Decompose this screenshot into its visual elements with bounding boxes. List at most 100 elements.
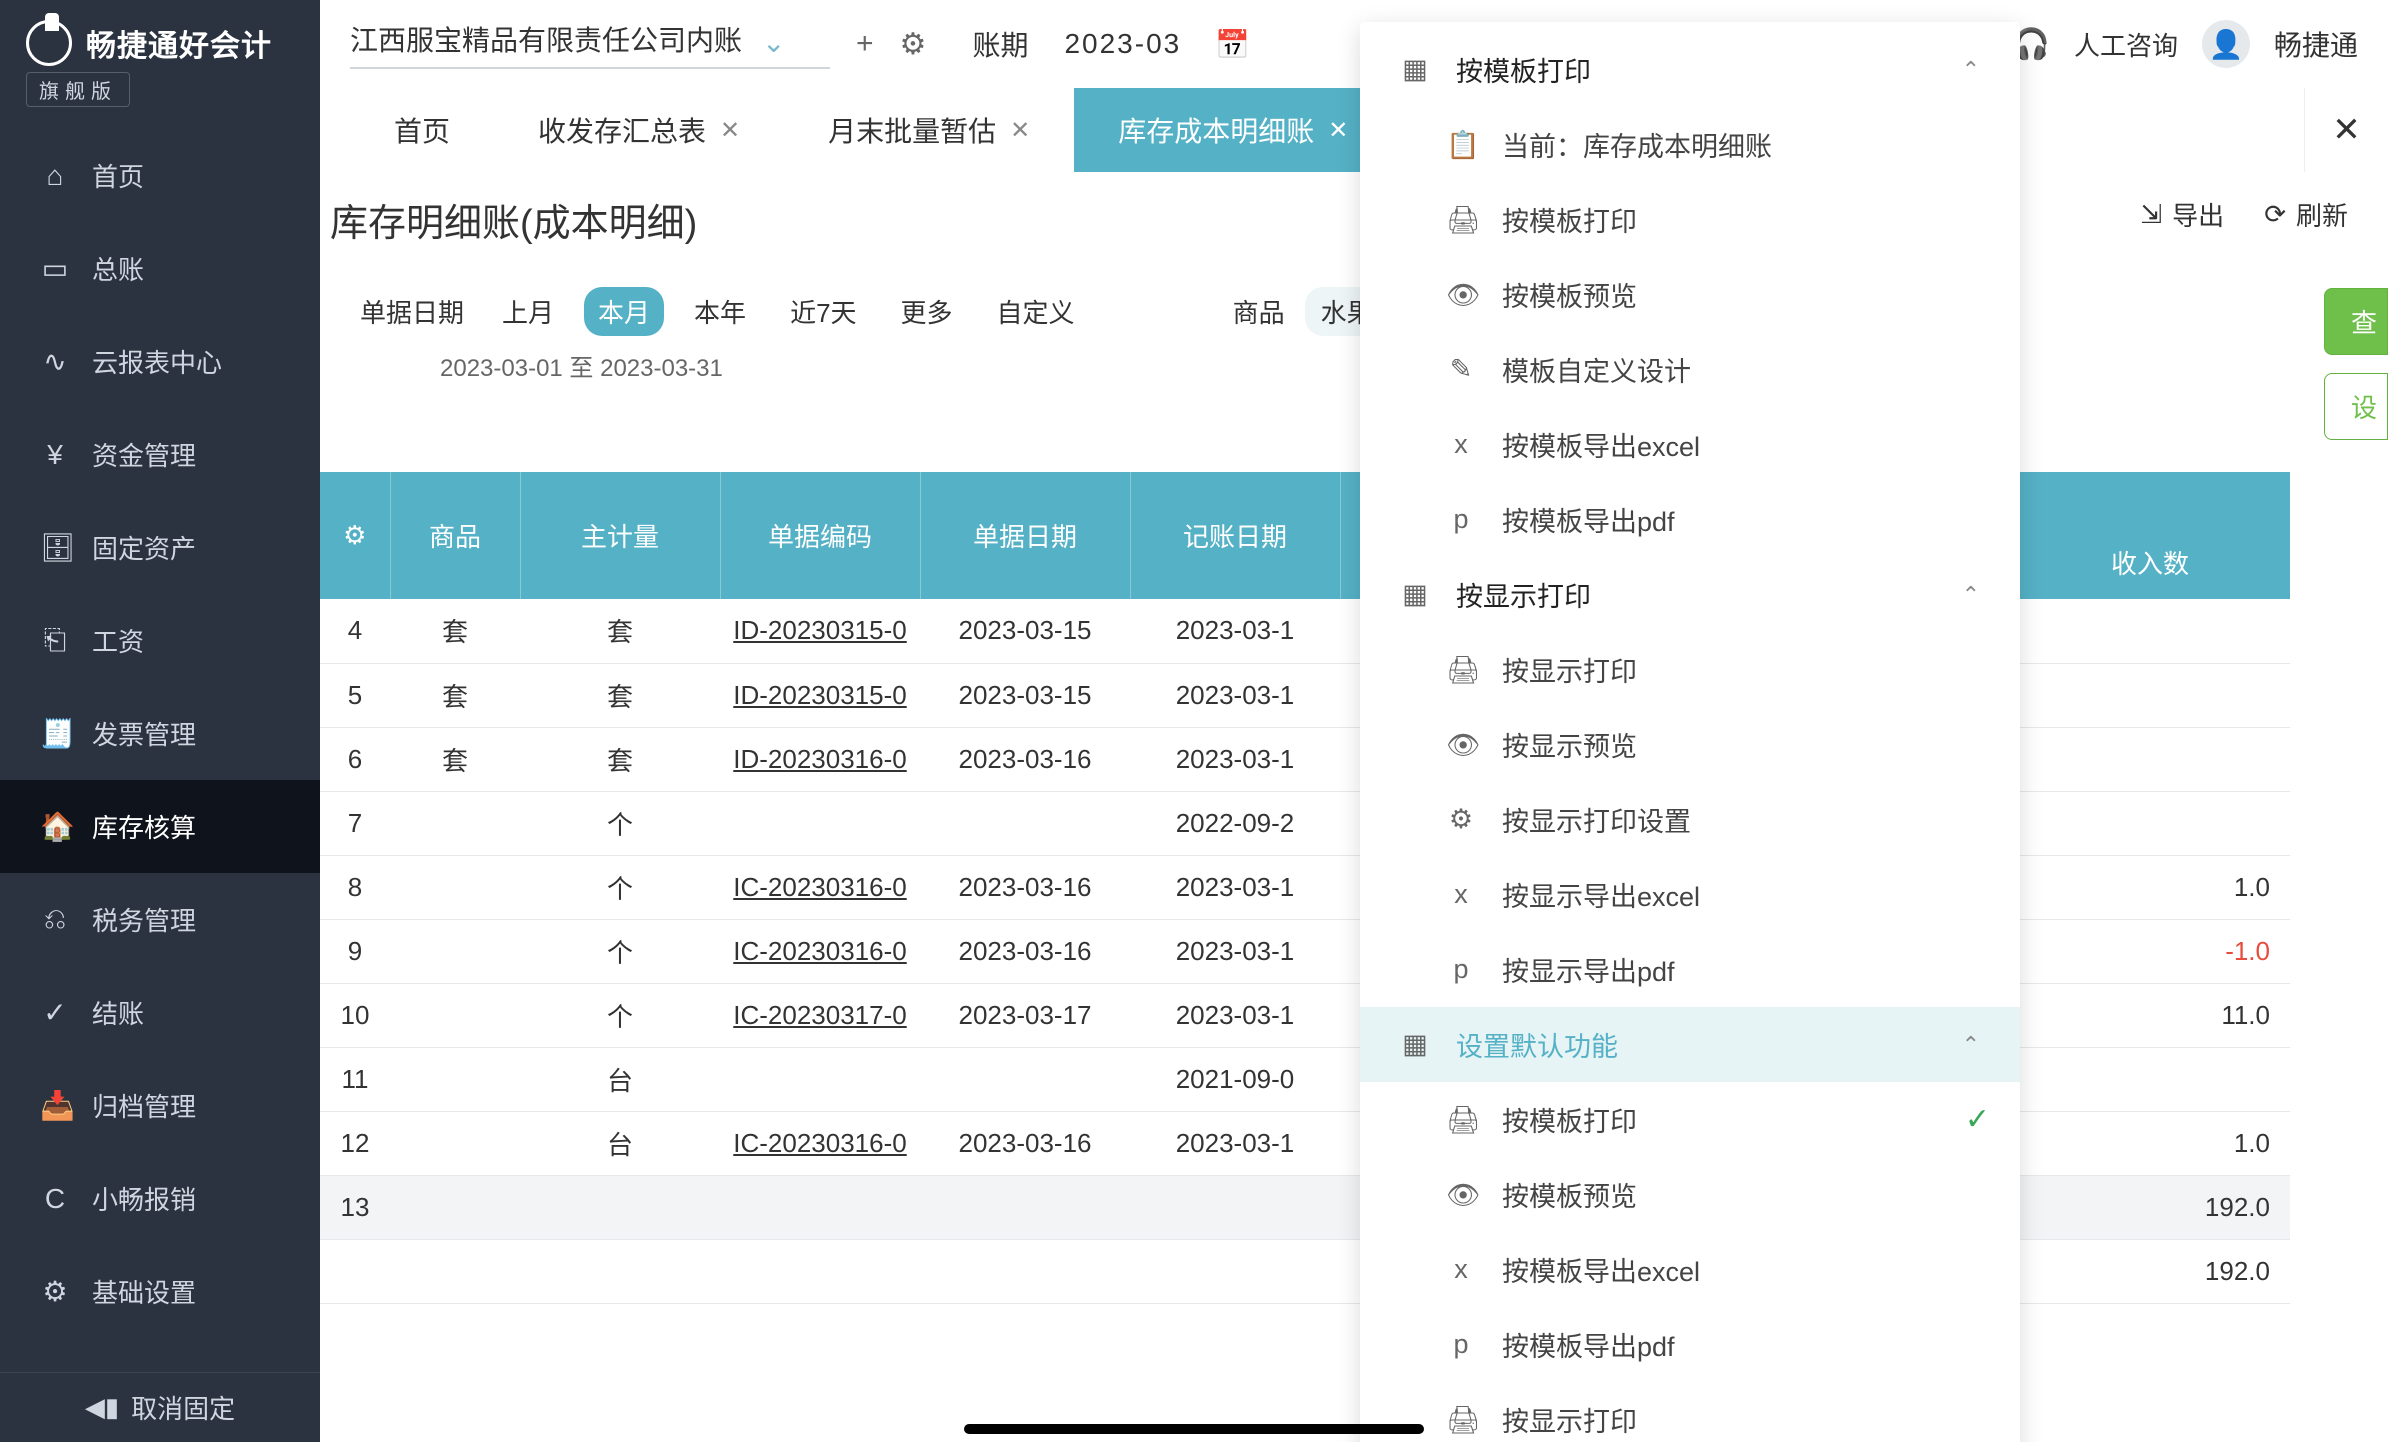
doc-link[interactable]: ID-20230315-0 [733,680,906,710]
table-row[interactable]: 10 个 IC-20230317-0 2023-03-17 2023-03-1 … [320,983,2388,1047]
user-name[interactable]: 畅捷通 [2274,24,2358,64]
table-row[interactable]: 4 套 套 ID-20230315-0 2023-03-15 2023-03-1 [320,599,2388,663]
tab[interactable]: 首页 [350,88,494,172]
menu-item-label: 当前：库存成本明细账 [1502,125,1772,164]
table: ⚙ 商品 主计量 单据编码 单据日期 记账日期 往来单位 收入数 4 套 套 I… [320,472,2388,1442]
menu-item[interactable]: 📋当前：库存成本明细账 [1360,107,2020,182]
avatar[interactable]: 👤 [2202,20,2250,68]
menu-item-label: 模板自定义设计 [1502,350,1691,389]
menu-group-header[interactable]: ▦按模板打印⌃ [1360,32,2020,107]
close-icon[interactable]: ✕ [720,116,740,145]
cell-inqty: 192.0 [2010,1239,2290,1303]
sidebar-item[interactable]: 🧾发票管理 [0,687,320,780]
doc-link[interactable]: ID-20230315-0 [733,615,906,645]
table-row[interactable]: 6 套 套 ID-20230316-0 2023-03-16 2023-03-1 [320,727,2388,791]
sidebar-item[interactable]: ¥资金管理 [0,408,320,501]
menu-item[interactable]: p按模板导出pdf [1360,482,2020,557]
company-selector[interactable]: 江西服宝精品有限责任公司内账 ⌄ [350,19,830,69]
date-range-option[interactable]: 自定义 [983,287,1089,336]
menu-item[interactable]: 👁按显示预览 [1360,707,2020,782]
calendar-icon[interactable]: 📅 [1215,28,1250,61]
menu-item[interactable]: 🖨按显示打印 [1360,632,2020,707]
export-button[interactable]: ⇲导出 [2140,196,2224,233]
date-range-option[interactable]: 上月 [488,287,568,336]
cell-product: 套 [390,727,520,791]
menu-group-header[interactable]: ▦设置默认功能⌃ [1360,1007,2020,1082]
menu-item[interactable]: 🖨按模板打印✓ [1360,1082,2020,1157]
add-button[interactable]: + [856,27,874,61]
menu-group-header[interactable]: ▦按显示打印⌃ [1360,557,2020,632]
date-range-option[interactable]: 近7天 [776,287,870,336]
nav-label: 税务管理 [92,901,196,938]
menu-item[interactable]: 👁按模板预览 [1360,257,2020,332]
doc-link[interactable]: IC-20230317-0 [733,1000,906,1030]
doc-link[interactable]: IC-20230316-0 [733,1128,906,1158]
menu-item-icon: 👁 [1446,1179,1476,1211]
sidebar-item[interactable]: ⚙基础设置 [0,1245,320,1338]
sidebar-item[interactable]: ∿云报表中心 [0,315,320,408]
menu-item[interactable]: 🖨按显示打印 [1360,1382,2020,1442]
sidebar-item[interactable]: ▶新手引导 [0,1338,320,1372]
nav-icon: ▭ [40,252,70,285]
menu-item[interactable]: ✎模板自定义设计 [1360,332,2020,407]
date-range-option[interactable]: 本年 [680,287,760,336]
close-icon[interactable]: ✕ [1010,116,1030,145]
table-row[interactable]: 192.0 [320,1239,2388,1303]
menu-item[interactable]: 🖨按模板打印 [1360,182,2020,257]
cell-unit: 个 [520,919,720,983]
table-row[interactable]: 5 套 套 ID-20230315-0 2023-03-15 2023-03-1 [320,663,2388,727]
unpin-button[interactable]: ◀▮ 取消固定 [0,1372,320,1442]
date-range-option[interactable]: 本月 [584,287,664,336]
cell-product [390,983,520,1047]
doc-link[interactable]: ID-20230316-0 [733,744,906,774]
nav-label: 基础设置 [92,1273,196,1310]
table-row[interactable]: 8 个 IC-20230316-0 2023-03-16 2023-03-1 推… [320,855,2388,919]
sidebar-item[interactable]: ⎗工资 [0,594,320,687]
table-row[interactable]: 9 个 IC-20230316-0 2023-03-16 2023-03-1 推… [320,919,2388,983]
menu-item[interactable]: x按显示导出excel [1360,857,2020,932]
sidebar-item[interactable]: 🗄固定资产 [0,501,320,594]
table-row[interactable]: 12 台 IC-20230316-0 2023-03-16 2023-03-1 … [320,1111,2388,1175]
doc-link[interactable]: IC-20230316-0 [733,872,906,902]
column-settings[interactable]: ⚙ [320,472,390,599]
menu-item-icon: p [1446,954,1476,985]
settings-side-button[interactable]: 设 [2324,373,2388,440]
refresh-button[interactable]: ⟳刷新 [2264,196,2348,233]
tab[interactable]: 收发存汇总表✕ [494,88,784,172]
menu-item-label: 按显示导出pdf [1502,950,1675,989]
sidebar-item[interactable]: 📥归档管理 [0,1059,320,1152]
cell-inqty: 11.0 [2010,983,2290,1047]
th-inqty: 收入数 [2010,526,2290,599]
nav-label: 结账 [92,994,144,1031]
tab[interactable]: 月末批量暂估✕ [784,88,1074,172]
sidebar-item[interactable]: ⌂首页 [0,129,320,222]
menu-item[interactable]: x按模板导出excel [1360,407,2020,482]
tab[interactable]: 库存成本明细账✕ [1074,88,1392,172]
sidebar-item[interactable]: ▭总账 [0,222,320,315]
close-icon[interactable]: ✕ [1328,116,1348,145]
tab-close-all[interactable]: ✕ [2304,88,2388,172]
menu-item[interactable]: p 按显示导出pdf [1360,932,2020,1007]
sidebar-item[interactable]: ✓结账 [0,966,320,1059]
cell-inqty [2010,599,2290,663]
cell-docdate [920,1239,1130,1303]
consult-link[interactable]: 人工咨询 [2074,26,2178,63]
doc-link[interactable]: IC-20230316-0 [733,936,906,966]
menu-item[interactable]: x按模板导出excel [1360,1232,2020,1307]
query-button[interactable]: 查 [2324,288,2388,355]
date-range-option[interactable]: 更多 [887,287,967,336]
menu-icon: ▦ [1400,1029,1430,1060]
sidebar-item[interactable]: ⎌税务管理 [0,873,320,966]
cell-docno [720,1175,920,1239]
sidebar-item[interactable]: 🏠库存核算 [0,780,320,873]
table-row[interactable]: 7 个 2022-09-2 [320,791,2388,855]
menu-item[interactable]: ⚙按显示打印设置 [1360,782,2020,857]
menu-item[interactable]: 👁按模板预览 [1360,1157,2020,1232]
table-row[interactable]: 13 192.0 [320,1175,2388,1239]
settings-button[interactable]: ⚙ [900,27,927,62]
menu-item[interactable]: p按模板导出pdf [1360,1307,2020,1382]
nav-icon: 🧾 [40,717,70,750]
table-row[interactable]: 11 台 2021-09-0 [320,1047,2388,1111]
nav-icon: 🗄 [40,531,70,564]
sidebar-item[interactable]: C小畅报销 [0,1152,320,1245]
